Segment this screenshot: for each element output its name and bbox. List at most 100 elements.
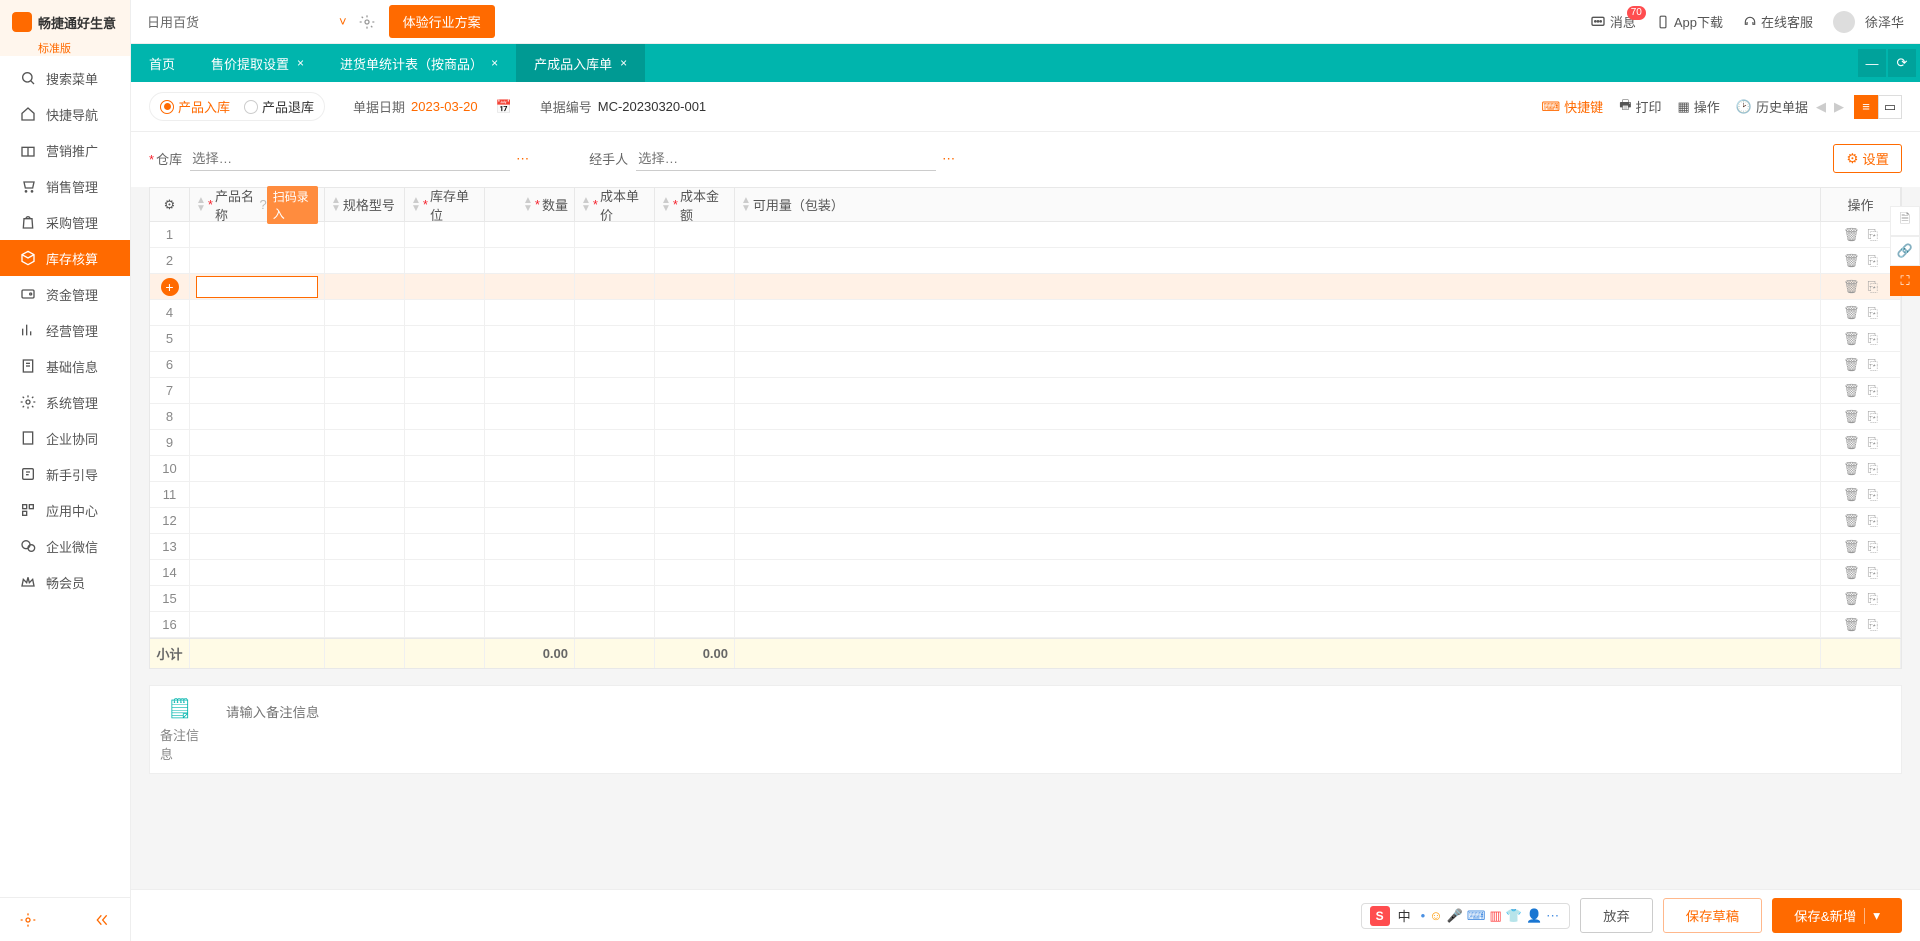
close-icon[interactable]: × bbox=[620, 56, 627, 70]
table-row[interactable]: 2🗑⎘ bbox=[150, 248, 1901, 274]
cell[interactable] bbox=[405, 508, 485, 533]
copy-row-icon[interactable]: ⎘ bbox=[1868, 227, 1878, 243]
copy-row-icon[interactable]: ⎘ bbox=[1868, 565, 1878, 581]
cell[interactable] bbox=[655, 560, 735, 585]
cell[interactable] bbox=[655, 300, 735, 325]
copy-row-icon[interactable]: ⎘ bbox=[1868, 409, 1878, 425]
cell[interactable] bbox=[575, 352, 655, 377]
cell-product-name[interactable] bbox=[190, 300, 325, 325]
cell[interactable] bbox=[485, 248, 575, 273]
delete-row-icon[interactable]: 🗑 bbox=[1843, 617, 1860, 633]
th-amount[interactable]: ▲▼*成本金额 bbox=[655, 188, 735, 221]
nav-basic[interactable]: 基础信息 bbox=[0, 348, 130, 384]
cell[interactable] bbox=[325, 430, 405, 455]
cell-product-name[interactable] bbox=[190, 508, 325, 533]
cell[interactable] bbox=[405, 534, 485, 559]
cell-product-name[interactable] bbox=[190, 430, 325, 455]
copy-row-icon[interactable]: ⎘ bbox=[1868, 331, 1878, 347]
copy-row-icon[interactable]: ⎘ bbox=[1868, 461, 1878, 477]
close-icon[interactable]: × bbox=[297, 56, 304, 70]
copy-row-icon[interactable]: ⎘ bbox=[1868, 487, 1878, 503]
prev-doc-icon[interactable]: ◀ bbox=[1816, 99, 1826, 115]
cell[interactable] bbox=[405, 560, 485, 585]
cell[interactable] bbox=[325, 248, 405, 273]
add-row-button[interactable]: + bbox=[161, 278, 179, 296]
cell[interactable] bbox=[655, 482, 735, 507]
table-settings-button[interactable]: ⚙设置 bbox=[1833, 144, 1902, 173]
cell[interactable] bbox=[575, 300, 655, 325]
cell[interactable] bbox=[655, 612, 735, 637]
table-row[interactable]: 13🗑⎘ bbox=[150, 534, 1901, 560]
delete-row-icon[interactable]: 🗑 bbox=[1843, 331, 1860, 347]
print-button[interactable]: 🖶打印 bbox=[1619, 96, 1661, 118]
cell-product-name[interactable] bbox=[190, 586, 325, 611]
cell[interactable] bbox=[405, 430, 485, 455]
cell[interactable] bbox=[655, 248, 735, 273]
copy-row-icon[interactable]: ⎘ bbox=[1868, 383, 1878, 399]
cell-product-name[interactable] bbox=[190, 404, 325, 429]
table-row[interactable]: 6🗑⎘ bbox=[150, 352, 1901, 378]
operate-button[interactable]: ▦操作 bbox=[1677, 97, 1719, 116]
cell[interactable] bbox=[485, 378, 575, 403]
tabs-minimize-icon[interactable]: — bbox=[1858, 49, 1886, 77]
cell[interactable] bbox=[405, 352, 485, 377]
cell[interactable] bbox=[575, 560, 655, 585]
cell[interactable] bbox=[655, 430, 735, 455]
cell[interactable] bbox=[405, 326, 485, 351]
cell-product-name[interactable] bbox=[190, 274, 325, 299]
delete-row-icon[interactable]: 🗑 bbox=[1843, 591, 1860, 607]
cell[interactable] bbox=[405, 456, 485, 481]
save-draft-button[interactable]: 保存草稿 bbox=[1663, 898, 1762, 933]
cell[interactable] bbox=[325, 326, 405, 351]
cell[interactable] bbox=[735, 534, 1821, 559]
nav-business[interactable]: 经营管理 bbox=[0, 312, 130, 348]
close-icon[interactable]: × bbox=[491, 56, 498, 70]
delete-row-icon[interactable]: 🗑 bbox=[1843, 513, 1860, 529]
cell[interactable] bbox=[655, 586, 735, 611]
cell[interactable] bbox=[655, 274, 735, 299]
delete-row-icon[interactable]: 🗑 bbox=[1843, 253, 1860, 269]
online-service-link[interactable]: 在线客服 bbox=[1743, 12, 1813, 31]
nav-sales[interactable]: 销售管理 bbox=[0, 168, 130, 204]
nav-member[interactable]: 畅会员 bbox=[0, 564, 130, 600]
cell[interactable] bbox=[485, 430, 575, 455]
cell[interactable] bbox=[575, 534, 655, 559]
cell-product-name[interactable] bbox=[190, 222, 325, 247]
cell-product-name[interactable] bbox=[190, 352, 325, 377]
cell[interactable] bbox=[325, 378, 405, 403]
cell[interactable] bbox=[735, 482, 1821, 507]
cell[interactable] bbox=[485, 508, 575, 533]
handler-select[interactable] bbox=[636, 147, 936, 171]
messages-link[interactable]: 消息 70 bbox=[1590, 12, 1636, 31]
tab-product-stockin[interactable]: 产成品入库单× bbox=[516, 44, 645, 82]
cell[interactable] bbox=[655, 222, 735, 247]
table-row[interactable]: 14🗑⎘ bbox=[150, 560, 1901, 586]
cell[interactable] bbox=[735, 404, 1821, 429]
cell[interactable] bbox=[325, 586, 405, 611]
th-available[interactable]: ▲▼可用量（包装） bbox=[735, 188, 1821, 221]
nav-quicknav[interactable]: 快捷导航 bbox=[0, 96, 130, 132]
cell[interactable] bbox=[735, 456, 1821, 481]
cell[interactable] bbox=[405, 222, 485, 247]
copy-row-icon[interactable]: ⎘ bbox=[1868, 435, 1878, 451]
cell[interactable] bbox=[575, 222, 655, 247]
cell[interactable] bbox=[735, 222, 1821, 247]
cell[interactable] bbox=[575, 248, 655, 273]
cell[interactable] bbox=[575, 586, 655, 611]
cell[interactable] bbox=[325, 534, 405, 559]
tabs-refresh-icon[interactable]: ⟳ bbox=[1888, 49, 1916, 77]
cell[interactable] bbox=[485, 222, 575, 247]
cell[interactable] bbox=[735, 352, 1821, 377]
copy-row-icon[interactable]: ⎘ bbox=[1868, 539, 1878, 555]
cell-product-name[interactable] bbox=[190, 378, 325, 403]
dropdown-icon[interactable]: ▾ bbox=[1864, 908, 1880, 924]
th-spec[interactable]: ▲▼规格型号 bbox=[325, 188, 405, 221]
delete-row-icon[interactable]: 🗑 bbox=[1843, 565, 1860, 581]
copy-row-icon[interactable]: ⎘ bbox=[1868, 357, 1878, 373]
delete-row-icon[interactable]: 🗑 bbox=[1843, 409, 1860, 425]
cell[interactable] bbox=[325, 222, 405, 247]
delete-row-icon[interactable]: 🗑 bbox=[1843, 539, 1860, 555]
cell[interactable] bbox=[735, 586, 1821, 611]
cell[interactable] bbox=[735, 430, 1821, 455]
delete-row-icon[interactable]: 🗑 bbox=[1843, 435, 1860, 451]
